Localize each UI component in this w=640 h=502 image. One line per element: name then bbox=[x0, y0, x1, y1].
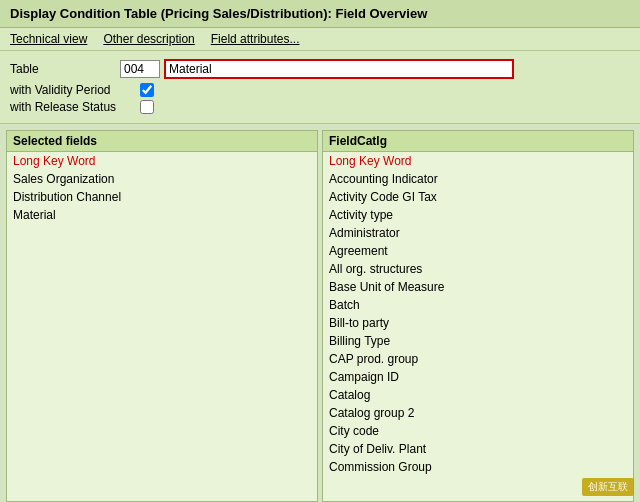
list-item[interactable]: City code bbox=[323, 422, 633, 440]
release-status-checkbox[interactable] bbox=[140, 100, 154, 114]
title-bar: Display Condition Table (Pricing Sales/D… bbox=[0, 0, 640, 28]
list-item[interactable]: Administrator bbox=[323, 224, 633, 242]
form-area: Table with Validity Period with Release … bbox=[0, 51, 640, 124]
list-item[interactable]: Commission Group bbox=[323, 458, 633, 476]
list-item[interactable]: Distribution Channel bbox=[7, 188, 317, 206]
table-label: Table bbox=[10, 62, 120, 76]
selected-fields-body: Long Key WordSales OrganizationDistribut… bbox=[7, 152, 317, 501]
validity-period-label: with Validity Period bbox=[10, 83, 140, 97]
list-item[interactable]: Material bbox=[7, 206, 317, 224]
release-status-label: with Release Status bbox=[10, 100, 140, 114]
list-item[interactable]: Batch bbox=[323, 296, 633, 314]
field-catalog-body: Long Key WordAccounting IndicatorActivit… bbox=[323, 152, 633, 501]
page-title: Display Condition Table (Pricing Sales/D… bbox=[10, 6, 427, 21]
list-item[interactable]: Bill-to party bbox=[323, 314, 633, 332]
list-item[interactable]: Accounting Indicator bbox=[323, 170, 633, 188]
list-item[interactable]: Catalog bbox=[323, 386, 633, 404]
list-item[interactable]: Agreement bbox=[323, 242, 633, 260]
validity-period-checkbox[interactable] bbox=[140, 83, 154, 97]
list-item[interactable]: Base Unit of Measure bbox=[323, 278, 633, 296]
list-item[interactable]: Long Key Word bbox=[323, 152, 633, 170]
field-catalog-panel: FieldCatlg Long Key WordAccounting Indic… bbox=[322, 130, 634, 502]
menu-technical-view[interactable]: Technical view bbox=[10, 32, 87, 46]
list-item[interactable]: City of Deliv. Plant bbox=[323, 440, 633, 458]
list-item[interactable]: CAP prod. group bbox=[323, 350, 633, 368]
table-name-input[interactable] bbox=[164, 59, 514, 79]
selected-fields-header: Selected fields bbox=[7, 131, 317, 152]
watermark: 创新互联 bbox=[582, 478, 634, 496]
list-item[interactable]: All org. structures bbox=[323, 260, 633, 278]
menu-field-attributes[interactable]: Field attributes... bbox=[211, 32, 300, 46]
menu-bar: Technical view Other description Field a… bbox=[0, 28, 640, 51]
selected-fields-panel: Selected fields Long Key WordSales Organ… bbox=[6, 130, 318, 502]
list-item[interactable]: Catalog group 2 bbox=[323, 404, 633, 422]
list-item[interactable]: Activity type bbox=[323, 206, 633, 224]
list-item[interactable]: Long Key Word bbox=[7, 152, 317, 170]
list-item[interactable]: Activity Code GI Tax bbox=[323, 188, 633, 206]
list-item[interactable]: Sales Organization bbox=[7, 170, 317, 188]
field-catalog-header: FieldCatlg bbox=[323, 131, 633, 152]
menu-other-description[interactable]: Other description bbox=[103, 32, 194, 46]
list-item[interactable]: Campaign ID bbox=[323, 368, 633, 386]
table-number-input[interactable] bbox=[120, 60, 160, 78]
list-item[interactable]: Billing Type bbox=[323, 332, 633, 350]
